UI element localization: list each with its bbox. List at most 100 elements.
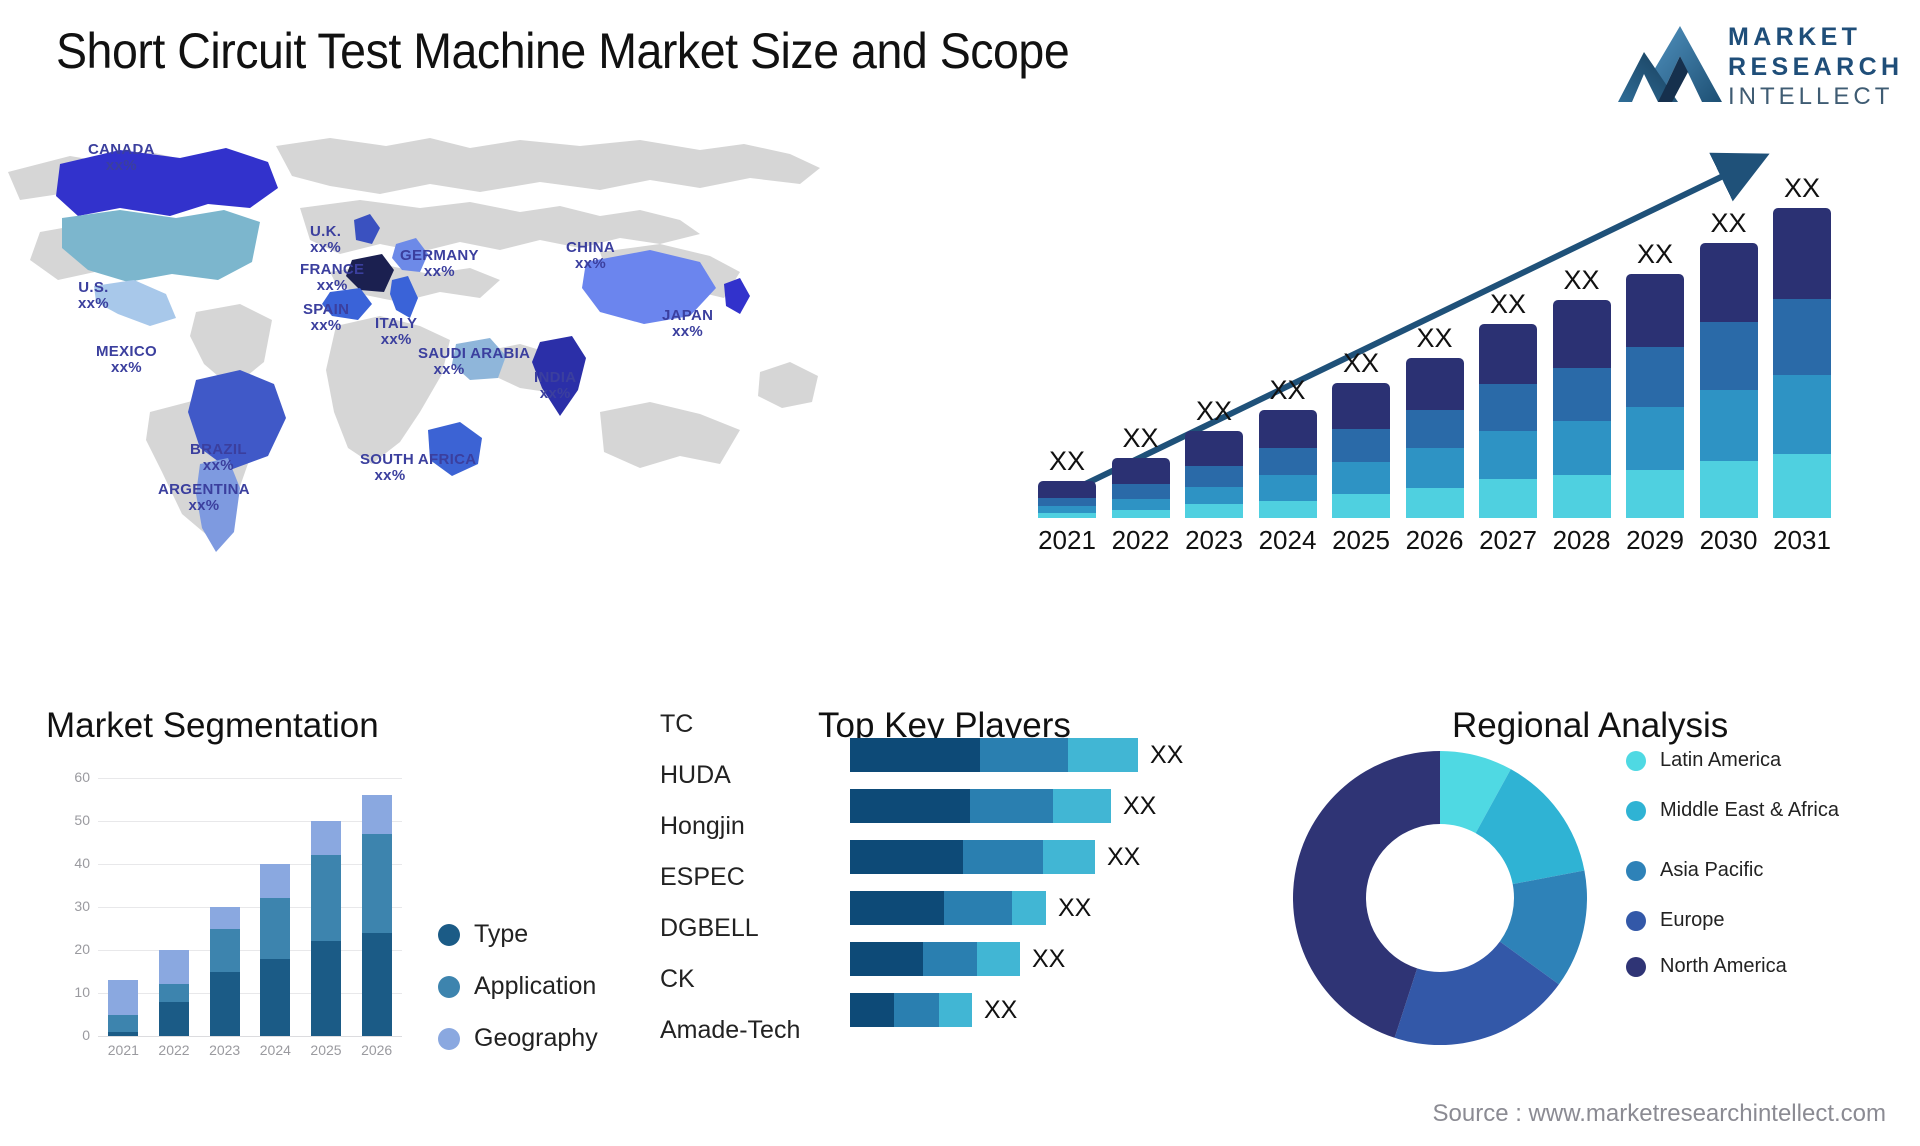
player-bar-1 <box>850 789 1111 823</box>
player-bar-5 <box>850 993 972 1027</box>
player-bar-segment-0 <box>850 738 980 772</box>
brand-logo: MARKET RESEARCH INTELLECT <box>1618 16 1899 110</box>
growth-bar-year-2024: 2024 <box>1258 525 1317 555</box>
growth-bar-segment-segment-3 <box>1479 384 1537 431</box>
growth-bar-year-2021: 2021 <box>1038 525 1096 555</box>
seg-y-tick-20: 20 <box>74 941 90 957</box>
growth-bar-year-2027: 2027 <box>1479 525 1537 555</box>
growth-bar-segment-segment-2 <box>1185 487 1243 505</box>
player-bar-value-label: XX <box>1150 741 1184 769</box>
growth-bar-value-label: XX <box>1342 348 1380 379</box>
growth-bar-segment-segment-3 <box>1626 346 1684 407</box>
seg-bar-segment-geography <box>159 950 189 985</box>
player-bar-segment-1 <box>970 789 1053 823</box>
logo-line-intellect: INTELLECT <box>1728 83 1894 110</box>
growth-bar-value-label: XX <box>1489 289 1527 320</box>
legend-label-asia-pacific: Asia Pacific <box>1660 859 1764 881</box>
world-map-svg <box>8 138 820 552</box>
seg-bar-2023 <box>209 907 240 1036</box>
seg-bar-segment-geography <box>361 795 392 834</box>
seg-bar-segment-application <box>209 928 240 972</box>
seg-y-tick-40: 40 <box>74 855 90 871</box>
growth-bar-2021 <box>1038 481 1096 518</box>
growth-bar-segment-segment-4-top <box>1699 242 1758 323</box>
growth-bar-2027 <box>1479 324 1537 518</box>
growth-bar-segment-segment-3 <box>1552 367 1611 422</box>
page-title: Short Circuit Test Machine Market Size a… <box>56 23 1070 79</box>
map-label-south-africa: SOUTH AFRICA xx% <box>360 451 477 484</box>
player-name-dgbell: DGBELL <box>660 914 759 942</box>
growth-bar-value-label: XX <box>1636 238 1674 269</box>
growth-bar-segment-segment-4-top <box>1185 430 1243 466</box>
seg-gridline <box>98 821 402 822</box>
growth-bar-year-2023: 2023 <box>1185 525 1243 555</box>
growth-bar-segment-segment-4-top <box>1332 383 1390 429</box>
growth-bar-year-2030: 2030 <box>1699 525 1758 555</box>
growth-bar-segment-segment-3 <box>1332 428 1390 462</box>
seg-bar-2024 <box>260 864 291 1036</box>
legend-dot-geography <box>438 1027 460 1050</box>
legend-label-latin-america: Latin America <box>1660 749 1782 771</box>
map-label-uk: U.K. xx% <box>310 223 342 256</box>
growth-bar-value-label: XX <box>1563 265 1600 296</box>
growth-bar-segment-segment-2 <box>1479 430 1537 480</box>
map-label-saudi-arabia: SAUDI ARABIA xx% <box>418 345 531 378</box>
map-label-germany: GERMANY xx% <box>400 247 479 280</box>
growth-bar-segment-segment-1-bottom <box>1552 475 1611 518</box>
region-legend-item-middle-east-africa: Middle East & Africa <box>1626 798 1839 822</box>
seg-bar-segment-type <box>311 941 341 1036</box>
player-name-tc: TC <box>660 710 694 738</box>
legend-label-geography: Geography <box>474 1024 598 1052</box>
seg-bar-2025 <box>311 821 341 1036</box>
map-label-brazil: BRAZIL xx% <box>190 441 247 474</box>
player-bar-segment-2 <box>977 942 1020 976</box>
growth-bar-value-label: XX <box>1269 374 1306 405</box>
growth-bar-2031 <box>1773 208 1831 518</box>
seg-y-tick-10: 10 <box>74 984 90 1000</box>
map-label-mexico: MEXICO xx% <box>96 343 157 376</box>
player-bar-2 <box>850 840 1095 874</box>
top-key-players-chart: TC HUDA Hongjin ESPEC DGBELL CK Amade-Tech XX XX… <box>640 700 1330 1120</box>
legend-label-middle-east-africa: Middle East & Africa <box>1660 799 1839 821</box>
player-bar-segment-2 <box>1012 891 1046 925</box>
player-bar-value-label: XX <box>984 996 1018 1024</box>
market-segmentation-chart: 0 10 20 30 40 50 60 2021 2022 2023 2024 2025 2026 Ty… <box>40 760 650 1120</box>
seg-x-tick-2025: 2025 <box>310 1042 342 1058</box>
map-label-argentina: ARGENTINA xx% <box>158 481 250 514</box>
map-label-spain: SPAIN xx% <box>303 301 350 334</box>
growth-bar-segment-segment-4-top <box>1258 409 1317 449</box>
seg-gridline <box>98 864 402 865</box>
seg-gridline <box>98 950 402 951</box>
seg-gridline <box>98 993 402 994</box>
growth-bar-segment-segment-1-bottom <box>1332 493 1390 518</box>
growth-bar-segment-segment-4-top <box>1552 300 1611 368</box>
growth-bar-segment-segment-3 <box>1185 465 1243 487</box>
seg-bar-2026 <box>361 795 392 1036</box>
map-label-japan: JAPAN xx% <box>662 307 714 340</box>
growth-forecast-chart: XX 2021 XX 2022 XX 2023 XX 2024 XX 2025 XX 2026 XX 20… <box>1030 150 1900 560</box>
regional-analysis-chart: Latin America Middle East & Africa Asia Pa… <box>1290 700 1910 1120</box>
legend-dot-type <box>438 923 460 946</box>
region-legend-item-asia-pacific: Asia Pacific <box>1626 858 1763 882</box>
player-bar-segment-1 <box>923 942 977 976</box>
growth-bar-segment-segment-1-bottom <box>1773 454 1831 518</box>
legend-label-europe: Europe <box>1660 909 1725 931</box>
player-bar-segment-2 <box>939 993 972 1027</box>
player-bar-segment-1 <box>944 891 1012 925</box>
legend-dot-latin-america <box>1626 751 1646 771</box>
mountain-m-logo-icon <box>1618 22 1722 104</box>
seg-x-tick-2024: 2024 <box>259 1042 291 1058</box>
growth-bar-segment-segment-2 <box>1111 498 1170 511</box>
logo-line-market: MARKET <box>1728 23 1862 51</box>
growth-bar-segment-segment-1-bottom <box>1405 487 1464 518</box>
growth-bar-value-label: XX <box>1195 395 1233 426</box>
seg-bar-2022 <box>159 950 189 1036</box>
player-bar-segment-2 <box>1053 789 1111 823</box>
growth-bar-2023 <box>1185 430 1243 518</box>
player-bar-value-label: XX <box>1058 894 1092 922</box>
growth-bar-segment-segment-4-top <box>1479 324 1537 385</box>
region-legend-item-north-america: North America <box>1626 954 1787 978</box>
legend-label-type: Type <box>474 920 529 948</box>
seg-bar-segment-geography <box>311 821 341 856</box>
growth-bar-segment-segment-4-top <box>1038 481 1096 498</box>
